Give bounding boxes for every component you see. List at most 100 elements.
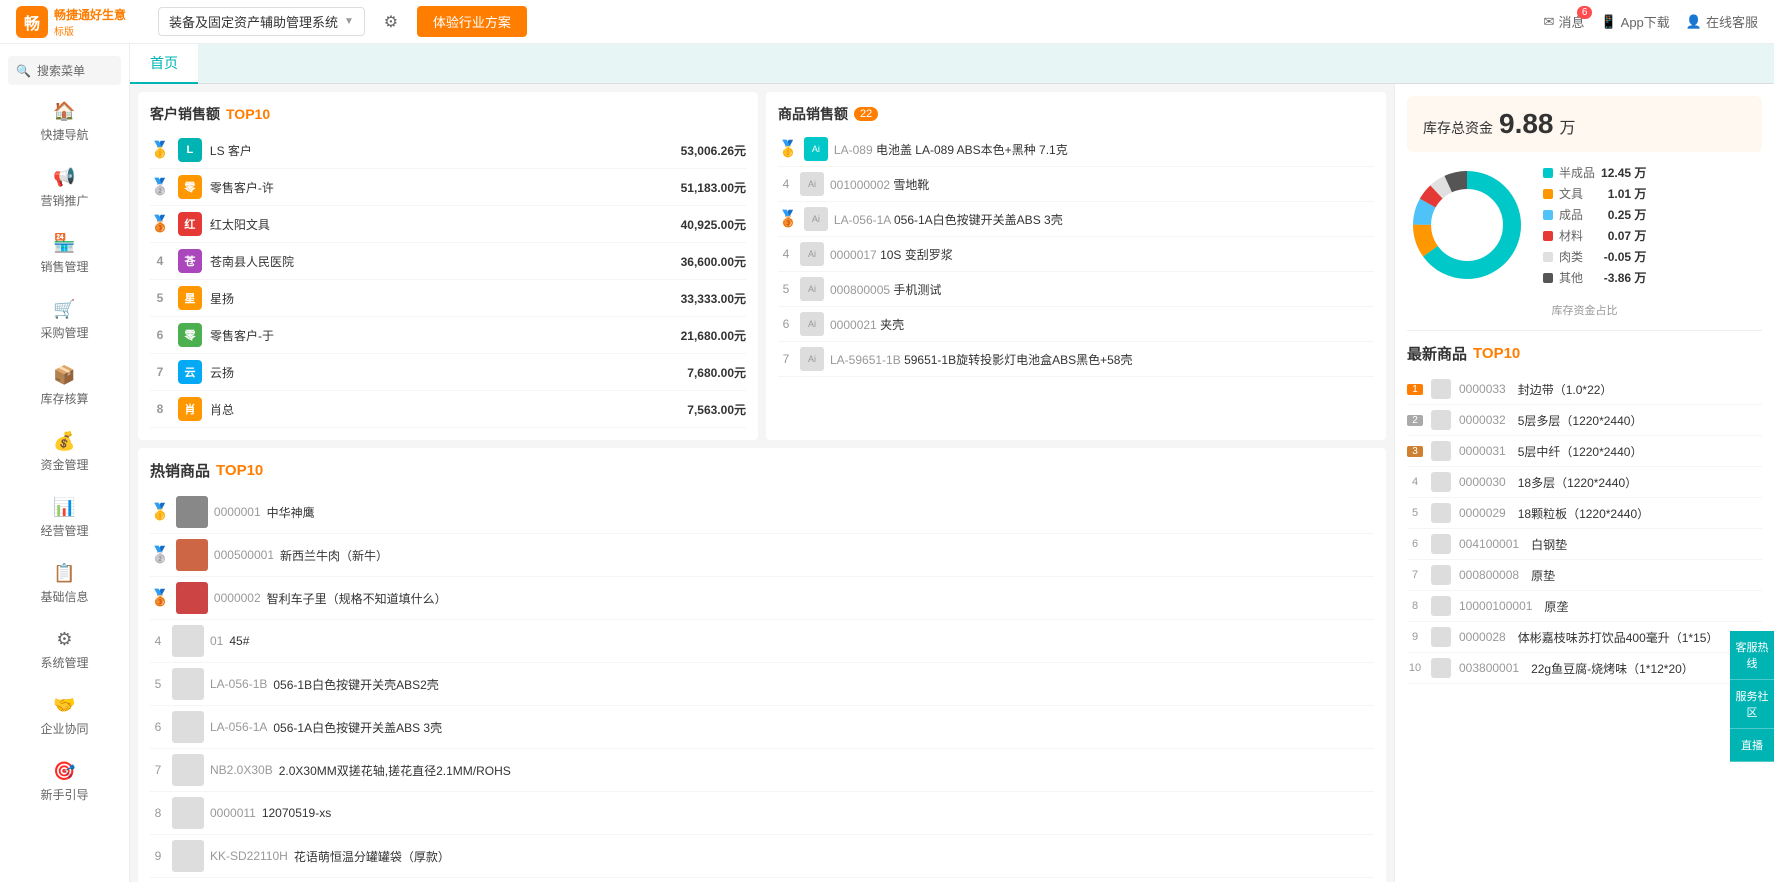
- rank-number: 7: [150, 365, 170, 379]
- message-action[interactable]: ✉ 消息 6: [1544, 12, 1585, 31]
- inventory-amount: 9.88: [1499, 108, 1554, 140]
- list-item: 1 0000033 封边带（1.0*22）: [1407, 374, 1762, 405]
- legend-item-meat: 肉类 -0.05 万: [1543, 248, 1646, 265]
- customer-value: 51,183.00元: [681, 179, 746, 196]
- avatar: 肖: [178, 397, 202, 421]
- list-item: 8 10000100001 原垄: [1407, 591, 1762, 622]
- settings-icon[interactable]: ⚙: [377, 8, 405, 36]
- customer-ranking-title: TOP10: [226, 106, 270, 122]
- top-bar: 畅 畅捷通好生意 标版 装备及固定资产辅助管理系统 ▼ ⚙ 体验行业方案 ✉ 消…: [0, 0, 1774, 44]
- sidebar-item-basic-info[interactable]: 📋 基础信息: [8, 553, 121, 615]
- legend-dot: [1543, 252, 1553, 262]
- rank-number: 4: [778, 177, 794, 191]
- list-item: 5 Ai 000800005 手机测试: [778, 272, 1374, 307]
- product-thumbnail: [1431, 596, 1451, 616]
- content-area: 首页 客户销售额 TOP10 🥇 L: [130, 44, 1774, 882]
- product-info: LA-089 电池盖 LA-089 ABS本色+黑种 7.1克: [834, 141, 1374, 158]
- legend-item-material: 材料 0.07 万: [1543, 227, 1646, 244]
- sidebar-item-marketing[interactable]: 📢 营销推广: [8, 157, 121, 219]
- product-thumbnail: [1431, 565, 1451, 585]
- medal-icon: 🥈: [150, 177, 170, 197]
- float-buttons: 客服热线 服务社区 直播: [1730, 631, 1774, 762]
- legend-name: 成品: [1559, 206, 1602, 223]
- list-item: 🥉 Ai LA-056-1A 056-1A白色按键开关盖ABS 3壳: [778, 202, 1374, 237]
- dashboard: 客户销售额 TOP10 🥇 L LS 客户 53,006.26元 🥈: [130, 84, 1774, 882]
- product-thumbnail: Ai: [800, 347, 824, 371]
- product-thumbnail: [176, 539, 208, 571]
- donut-chart: [1407, 165, 1527, 285]
- rank-number: 5: [150, 291, 170, 305]
- customer-value: 21,680.00元: [681, 327, 746, 344]
- medal-icon: 🥈: [150, 545, 170, 565]
- customer-name: 零售客户-许: [210, 179, 673, 196]
- product-thumbnail: [1431, 379, 1451, 399]
- nav-tabs: 首页: [130, 44, 1774, 84]
- product-info: LA-056-1A 056-1A白色按键开关盖ABS 3壳: [834, 211, 1374, 228]
- list-item: 4 01 45#: [150, 620, 1374, 663]
- tab-home[interactable]: 首页: [130, 44, 198, 84]
- live-stream-button[interactable]: 直播: [1730, 729, 1774, 762]
- table-row: 🥇 L LS 客户 53,006.26元: [150, 132, 746, 169]
- customer-value: 7,563.00元: [687, 401, 746, 418]
- product-ranking-title-prefix: 商品销售额: [778, 104, 848, 124]
- home-icon: 🏠: [53, 101, 75, 122]
- product-ranking-badge: 22: [854, 107, 878, 121]
- logo-text: 畅捷通好生意 标版: [54, 6, 126, 38]
- service-community-button[interactable]: 服务社区: [1730, 680, 1774, 729]
- rank-number: 4: [1407, 476, 1423, 488]
- trial-button[interactable]: 体验行业方案: [417, 6, 527, 37]
- product-ranking-section: 商品销售额 22 🥇 Ai LA-089 电池盖 LA-089 ABS本色+黑种…: [766, 92, 1386, 440]
- rank-number: 7: [1407, 569, 1423, 581]
- product-ranking-header: 商品销售额 22: [778, 104, 1374, 124]
- new-products-title-prefix: 最新商品: [1407, 343, 1467, 364]
- hot-products-header: 热销商品 TOP10: [150, 460, 1374, 481]
- medal-icon: 🥇: [150, 140, 170, 160]
- sidebar-item-system[interactable]: ⚙ 系统管理: [8, 619, 121, 681]
- list-item: 7 Ai LA-59651-1B 59651-1B旋转投影灯电池盒ABS黑色+5…: [778, 342, 1374, 377]
- sidebar-item-operations[interactable]: 📊 经营管理: [8, 487, 121, 549]
- medal-icon: 🥉: [778, 209, 798, 229]
- product-thumbnail: [1431, 503, 1451, 523]
- sidebar-item-quick-nav[interactable]: 🏠 快捷导航: [8, 91, 121, 153]
- donut-legend: 半成品 12.45 万 文具 1.01 万 成品 0.25 万: [1543, 164, 1646, 286]
- sidebar-item-inventory[interactable]: 📦 库存核算: [8, 355, 121, 417]
- product-thumbnail: [1431, 472, 1451, 492]
- product-thumbnail: [1431, 534, 1451, 554]
- list-item: 🥇 0000001 中华神鹰: [150, 491, 1374, 534]
- sidebar: 🔍 搜索菜单 🏠 快捷导航 📢 营销推广 🏪 销售管理 🛒 采购管理 📦 库存核…: [0, 44, 130, 882]
- product-thumbnail: Ai: [800, 277, 824, 301]
- rank-number: 10: [1407, 662, 1423, 674]
- rank-number: 8: [1407, 600, 1423, 612]
- sidebar-item-sales[interactable]: 🏪 销售管理: [8, 223, 121, 285]
- rank-number: 6: [778, 317, 794, 331]
- info-icon: 📋: [53, 563, 75, 584]
- table-row: 6 零 零售客户-于 21,680.00元: [150, 317, 746, 354]
- sidebar-item-finance[interactable]: 💰 资金管理: [8, 421, 121, 483]
- legend-item-semifinished: 半成品 12.45 万: [1543, 164, 1646, 181]
- list-item: 3 0000031 5层中纤（1220*2440）: [1407, 436, 1762, 467]
- customer-name: 苍南县人民医院: [210, 253, 673, 270]
- product-thumbnail: Ai: [804, 207, 828, 231]
- avatar: 苍: [178, 249, 202, 273]
- app-download-action[interactable]: 📱 App下载: [1600, 12, 1669, 31]
- rank-number: 9: [1407, 631, 1423, 643]
- sidebar-item-purchase[interactable]: 🛒 采购管理: [8, 289, 121, 351]
- legend-value: 0.07 万: [1608, 227, 1647, 244]
- system-selector[interactable]: 装备及固定资产辅助管理系统 ▼: [158, 7, 365, 36]
- product-thumbnail: [172, 625, 204, 657]
- customer-value: 40,925.00元: [681, 216, 746, 233]
- sidebar-item-guide[interactable]: 🎯 新手引导: [8, 751, 121, 813]
- sidebar-item-enterprise[interactable]: 🤝 企业协同: [8, 685, 121, 747]
- top-row: 客户销售额 TOP10 🥇 L LS 客户 53,006.26元 🥈: [130, 84, 1394, 440]
- rank-number: 8: [150, 806, 166, 820]
- list-item: 6 LA-056-1A 056-1A白色按键开关盖ABS 3壳: [150, 706, 1374, 749]
- legend-name: 其他: [1559, 269, 1598, 286]
- list-item: 6 004100001 白钢垫: [1407, 529, 1762, 560]
- donut-chart-section: 半成品 12.45 万 文具 1.01 万 成品 0.25 万: [1407, 164, 1762, 286]
- customer-service-action[interactable]: 👤 在线客服: [1686, 12, 1758, 31]
- search-menu[interactable]: 🔍 搜索菜单: [8, 56, 121, 85]
- legend-value: 1.01 万: [1608, 185, 1647, 202]
- product-info: 001000002 雪地靴: [830, 176, 1374, 193]
- rank-number: 4: [778, 247, 794, 261]
- customer-hotline-button[interactable]: 客服热线: [1730, 631, 1774, 680]
